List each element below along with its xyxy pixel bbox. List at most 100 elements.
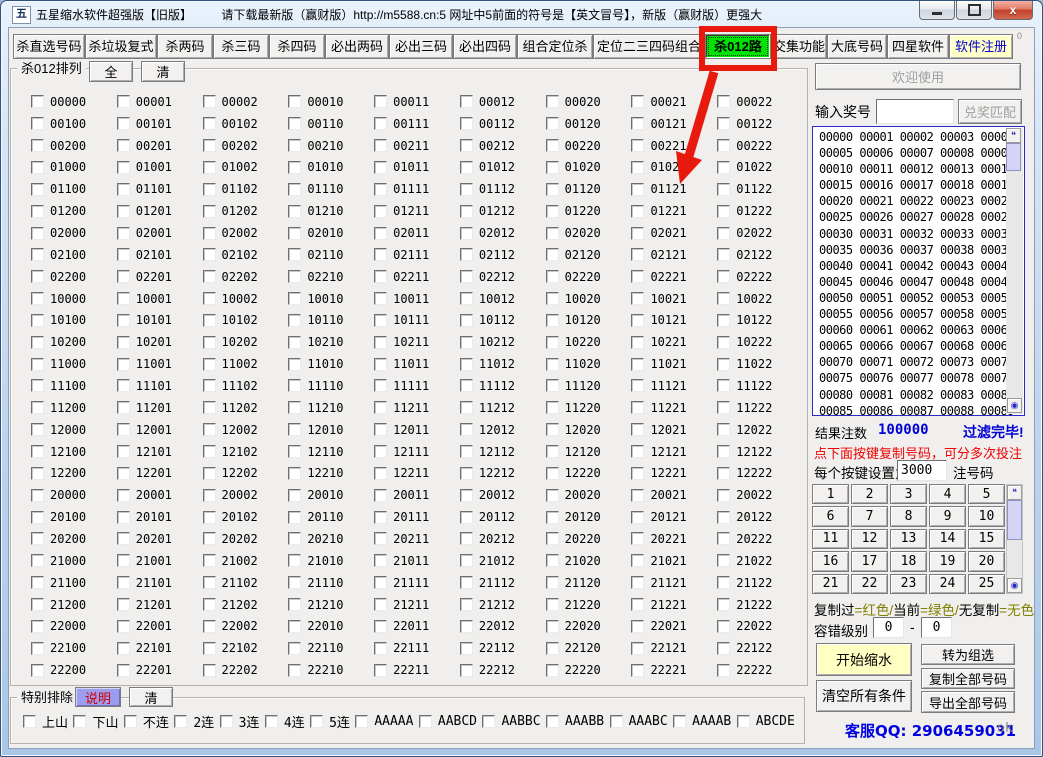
checkbox-icon[interactable] <box>546 336 559 349</box>
kill012-option[interactable]: 02020 <box>546 226 632 240</box>
kill012-option[interactable]: 22210 <box>288 663 374 677</box>
checkbox-icon[interactable] <box>717 270 730 283</box>
checkbox-icon[interactable] <box>460 598 473 611</box>
checkbox-icon[interactable] <box>203 511 216 524</box>
checkbox-icon[interactable] <box>203 139 216 152</box>
kill012-option[interactable]: 22200 <box>31 663 117 677</box>
checkbox-icon[interactable] <box>374 620 387 633</box>
checkbox-icon[interactable] <box>31 117 44 130</box>
kill012-option[interactable]: 02000 <box>31 226 117 240</box>
checkbox-icon[interactable] <box>546 161 559 174</box>
checkbox-icon[interactable] <box>23 715 36 728</box>
copy-button-3[interactable]: 3 <box>890 484 927 504</box>
special-exclude-option-1[interactable]: 上山 <box>23 712 68 731</box>
kill012-option[interactable]: 22112 <box>460 641 546 655</box>
kill012-option[interactable]: 00110 <box>288 117 374 131</box>
checkbox-icon[interactable] <box>482 715 495 728</box>
kill012-option[interactable]: 20111 <box>374 510 460 524</box>
kill012-option[interactable]: 20112 <box>460 510 546 524</box>
kill012-option[interactable]: 10101 <box>117 313 203 327</box>
checkbox-icon[interactable] <box>203 642 216 655</box>
kill012-option[interactable]: 12112 <box>460 445 546 459</box>
kill012-option[interactable]: 10010 <box>288 292 374 306</box>
checkbox-icon[interactable] <box>31 532 44 545</box>
checkbox-icon[interactable] <box>717 358 730 371</box>
start-shrink-button[interactable]: 开始缩水 <box>816 643 912 676</box>
kill012-option[interactable]: 22111 <box>374 641 460 655</box>
checkbox-icon[interactable] <box>31 205 44 218</box>
kill012-option[interactable]: 11012 <box>460 357 546 371</box>
kill012-option[interactable]: 02210 <box>288 270 374 284</box>
checkbox-icon[interactable] <box>203 379 216 392</box>
kill012-option[interactable]: 01110 <box>288 182 374 196</box>
checkbox-icon[interactable] <box>117 270 130 283</box>
checkbox-icon[interactable] <box>717 95 730 108</box>
checkbox-icon[interactable] <box>203 401 216 414</box>
checkbox-icon[interactable] <box>288 423 301 436</box>
checkbox-icon[interactable] <box>460 117 473 130</box>
checkbox-icon[interactable] <box>288 358 301 371</box>
checkbox-icon[interactable] <box>117 576 130 589</box>
checkbox-icon[interactable] <box>717 292 730 305</box>
kill012-option[interactable]: 11112 <box>460 379 546 393</box>
copy-button-11[interactable]: 11 <box>812 529 849 549</box>
tab-7[interactable]: 必出三码 <box>389 34 453 59</box>
checkbox-icon[interactable] <box>460 401 473 414</box>
checkbox-icon[interactable] <box>717 205 730 218</box>
checkbox-icon[interactable] <box>124 715 137 728</box>
checkbox-icon[interactable] <box>374 467 387 480</box>
checkbox-icon[interactable] <box>460 270 473 283</box>
kill012-option[interactable]: 00012 <box>460 95 546 109</box>
kill012-option[interactable]: 00022 <box>717 95 803 109</box>
checkbox-icon[interactable] <box>31 576 44 589</box>
checkbox-icon[interactable] <box>73 715 86 728</box>
kill012-option[interactable]: 00111 <box>374 117 460 131</box>
tolerance-from-input[interactable] <box>873 617 904 638</box>
checkbox-icon[interactable] <box>631 489 644 502</box>
kill012-option[interactable]: 20012 <box>460 488 546 502</box>
copy-all-numbers-button[interactable]: 复制全部号码 <box>921 668 1015 689</box>
kill012-option[interactable]: 12220 <box>546 466 632 480</box>
checkbox-icon[interactable] <box>546 664 559 677</box>
checkbox-icon[interactable] <box>374 95 387 108</box>
scroll-up-icon[interactable]: ❝ <box>1006 128 1021 143</box>
checkbox-icon[interactable] <box>310 715 323 728</box>
kill012-option[interactable]: 21011 <box>374 554 460 568</box>
checkbox-icon[interactable] <box>374 139 387 152</box>
kill012-option[interactable]: 01210 <box>288 204 374 218</box>
kill012-option[interactable]: 21111 <box>374 576 460 590</box>
checkbox-icon[interactable] <box>631 379 644 392</box>
special-exclude-option-8[interactable]: AAAAA <box>355 712 413 731</box>
kill012-option[interactable]: 20011 <box>374 488 460 502</box>
checkbox-icon[interactable] <box>203 554 216 567</box>
checkbox-icon[interactable] <box>288 532 301 545</box>
kill012-option[interactable]: 11122 <box>717 379 803 393</box>
checkbox-icon[interactable] <box>546 95 559 108</box>
kill012-option[interactable]: 01001 <box>117 160 203 174</box>
checkbox-icon[interactable] <box>546 576 559 589</box>
checkbox-icon[interactable] <box>31 511 44 524</box>
kill012-option[interactable]: 21001 <box>117 554 203 568</box>
checkbox-icon[interactable] <box>460 292 473 305</box>
checkbox-icon[interactable] <box>460 358 473 371</box>
checkbox-icon[interactable] <box>117 598 130 611</box>
kill012-option[interactable]: 12110 <box>288 445 374 459</box>
checkbox-icon[interactable] <box>203 205 216 218</box>
kill012-option[interactable]: 00021 <box>631 95 717 109</box>
kill012-option[interactable]: 22221 <box>631 663 717 677</box>
checkbox-icon[interactable] <box>460 423 473 436</box>
kill012-option[interactable]: 20121 <box>631 510 717 524</box>
scroll-down-icon[interactable]: ◉ <box>1007 398 1022 413</box>
kill012-option[interactable]: 10221 <box>631 335 717 349</box>
checkbox-icon[interactable] <box>117 183 130 196</box>
checkbox-icon[interactable] <box>460 554 473 567</box>
kill012-option[interactable]: 10002 <box>203 292 289 306</box>
checkbox-icon[interactable] <box>203 270 216 283</box>
checkbox-icon[interactable] <box>460 248 473 261</box>
checkbox-icon[interactable] <box>117 336 130 349</box>
copy-button-22[interactable]: 22 <box>851 574 888 594</box>
checkbox-icon[interactable] <box>546 358 559 371</box>
kill012-option[interactable]: 20101 <box>117 510 203 524</box>
copy-button-18[interactable]: 18 <box>890 551 927 571</box>
kill012-option[interactable]: 10021 <box>631 292 717 306</box>
